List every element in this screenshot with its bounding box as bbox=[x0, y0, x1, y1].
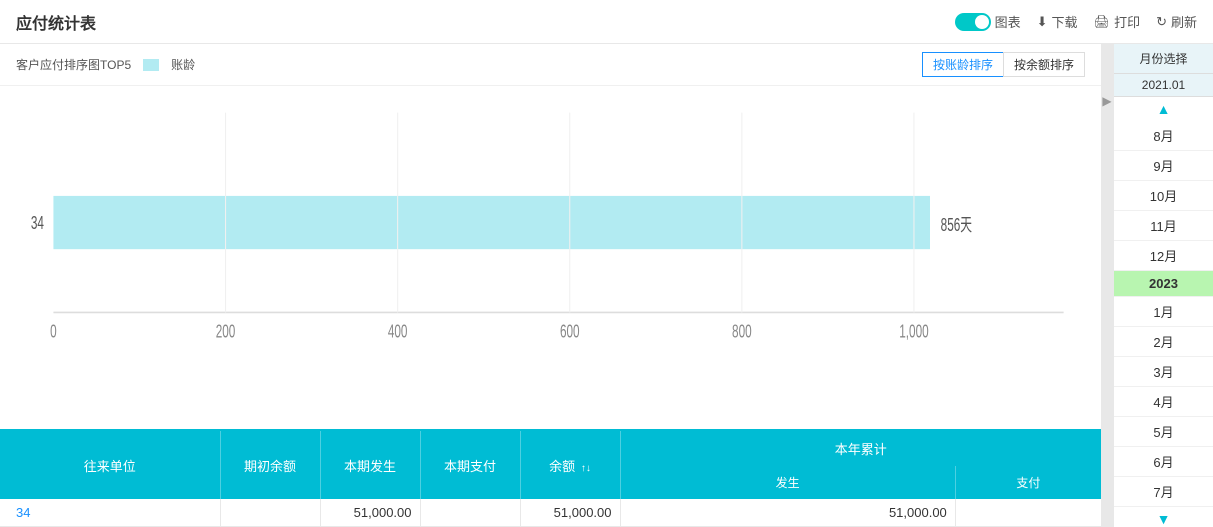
sidebar-month-8[interactable]: 8月 bbox=[1114, 121, 1213, 151]
svg-text:600: 600 bbox=[560, 322, 580, 342]
legend-title: 客户应付排序图TOP5 bbox=[16, 56, 131, 73]
data-table-section: 往来单位 期初余额 本期发生 本期支付 余额 ↑↓ 本年累计 发生 bbox=[0, 429, 1101, 527]
data-table: 往来单位 期初余额 本期发生 本期支付 余额 ↑↓ 本年累计 发生 bbox=[0, 431, 1101, 527]
svg-text:400: 400 bbox=[388, 322, 408, 342]
cell-fashen: 51,000.00 bbox=[620, 499, 955, 527]
chart-label: 图表 bbox=[995, 12, 1021, 31]
sidebar-month-9[interactable]: 9月 bbox=[1114, 151, 1213, 181]
chart-svg: 34 856天 0 200 400 600 800 1,000 bbox=[16, 96, 1085, 429]
sort-by-amount-button[interactable]: 按余额排序 bbox=[1003, 52, 1085, 77]
svg-text:200: 200 bbox=[216, 322, 236, 342]
collapse-arrow-icon: ▶ bbox=[1102, 94, 1111, 108]
sidebar-month-6[interactable]: 6月 bbox=[1114, 447, 1213, 477]
download-label: 下载 bbox=[1052, 12, 1078, 31]
refresh-icon: ↻ bbox=[1156, 14, 1167, 30]
sidebar-month-12[interactable]: 12月 bbox=[1114, 241, 1213, 271]
chart-y-label: 34 bbox=[31, 214, 44, 234]
page-title: 应付统计表 bbox=[16, 10, 96, 34]
legend-color-label: 账龄 bbox=[171, 56, 195, 73]
col-header-laiwai: 往来单位 bbox=[0, 431, 220, 499]
sidebar-up-button[interactable]: ▲ bbox=[1114, 97, 1213, 121]
sidebar-collapse-button[interactable]: ▶ bbox=[1101, 44, 1113, 527]
toggle-slider bbox=[955, 13, 991, 31]
col-header-yue: 余额 ↑↓ bbox=[520, 431, 620, 499]
sidebar-month-11[interactable]: 11月 bbox=[1114, 211, 1213, 241]
download-icon: ⬇ bbox=[1037, 14, 1048, 30]
chart-legend: 客户应付排序图TOP5 账龄 bbox=[16, 56, 195, 73]
refresh-button[interactable]: ↻ 刷新 bbox=[1156, 12, 1197, 31]
print-button[interactable]: 🖨 打印 bbox=[1094, 12, 1141, 31]
sidebar-month-1[interactable]: 1月 bbox=[1114, 297, 1213, 327]
svg-text:1,000: 1,000 bbox=[899, 322, 928, 342]
sidebar-month-10[interactable]: 10月 bbox=[1114, 181, 1213, 211]
cell-yue: 51,000.00 bbox=[520, 499, 620, 527]
col-header-qichu: 期初余额 bbox=[220, 431, 320, 499]
chart-sort-buttons: 按账龄排序 按余额排序 bbox=[922, 52, 1085, 77]
chart-toggle[interactable]: 图表 bbox=[955, 12, 1021, 31]
sidebar-year-display[interactable]: 2021.01 bbox=[1114, 74, 1213, 97]
cell-zhifu bbox=[955, 499, 1101, 527]
sidebar-month-2[interactable]: 2月 bbox=[1114, 327, 1213, 357]
cell-benzhifu bbox=[420, 499, 520, 527]
sidebar-month-3[interactable]: 3月 bbox=[1114, 357, 1213, 387]
print-icon: 🖨 bbox=[1094, 14, 1111, 30]
col-header-benfashan: 本期发生 bbox=[320, 431, 420, 499]
sidebar-year-2023[interactable]: 2023 bbox=[1114, 271, 1213, 297]
right-sidebar: 月份选择 2021.01 ▲ 8月 9月 10月 11月 12月 2023 1月 bbox=[1113, 44, 1213, 527]
header-actions: 图表 ⬇ 下载 🖨 打印 ↻ 刷新 bbox=[955, 12, 1197, 31]
sidebar-month-5[interactable]: 5月 bbox=[1114, 417, 1213, 447]
legend-color-box bbox=[143, 59, 159, 71]
sidebar-month-4[interactable]: 4月 bbox=[1114, 387, 1213, 417]
chart-bar bbox=[53, 196, 930, 249]
col-header-bennianlei: 本年累计 bbox=[620, 431, 1101, 466]
svg-text:0: 0 bbox=[50, 322, 57, 342]
chart-bar-value: 856天 bbox=[941, 215, 972, 235]
col-header-benzhifu: 本期支付 bbox=[420, 431, 520, 499]
sort-by-balance-button[interactable]: 按账龄排序 bbox=[922, 52, 1003, 77]
download-button[interactable]: ⬇ 下载 bbox=[1037, 12, 1078, 31]
sidebar-month-header: 月份选择 bbox=[1114, 44, 1213, 74]
col-header-fashen: 发生 bbox=[620, 466, 955, 499]
col-header-zhifu: 支付 bbox=[955, 466, 1101, 499]
toggle-switch-label[interactable] bbox=[955, 13, 991, 31]
cell-benfashan: 51,000.00 bbox=[320, 499, 420, 527]
cell-qichu bbox=[220, 499, 320, 527]
chart-controls: 客户应付排序图TOP5 账龄 按账龄排序 按余额排序 bbox=[0, 44, 1101, 86]
chart-area: 34 856天 0 200 400 600 800 1,000 bbox=[0, 86, 1101, 429]
refresh-label: 刷新 bbox=[1171, 12, 1197, 31]
table-row: 34 51,000.00 51,000.00 51,000.00 bbox=[0, 499, 1101, 527]
sidebar-month-7[interactable]: 7月 bbox=[1114, 477, 1213, 507]
svg-text:800: 800 bbox=[732, 322, 752, 342]
sidebar-down-button[interactable]: ▼ bbox=[1114, 507, 1213, 527]
cell-laiwai[interactable]: 34 bbox=[0, 499, 220, 527]
print-label: 打印 bbox=[1114, 12, 1140, 31]
